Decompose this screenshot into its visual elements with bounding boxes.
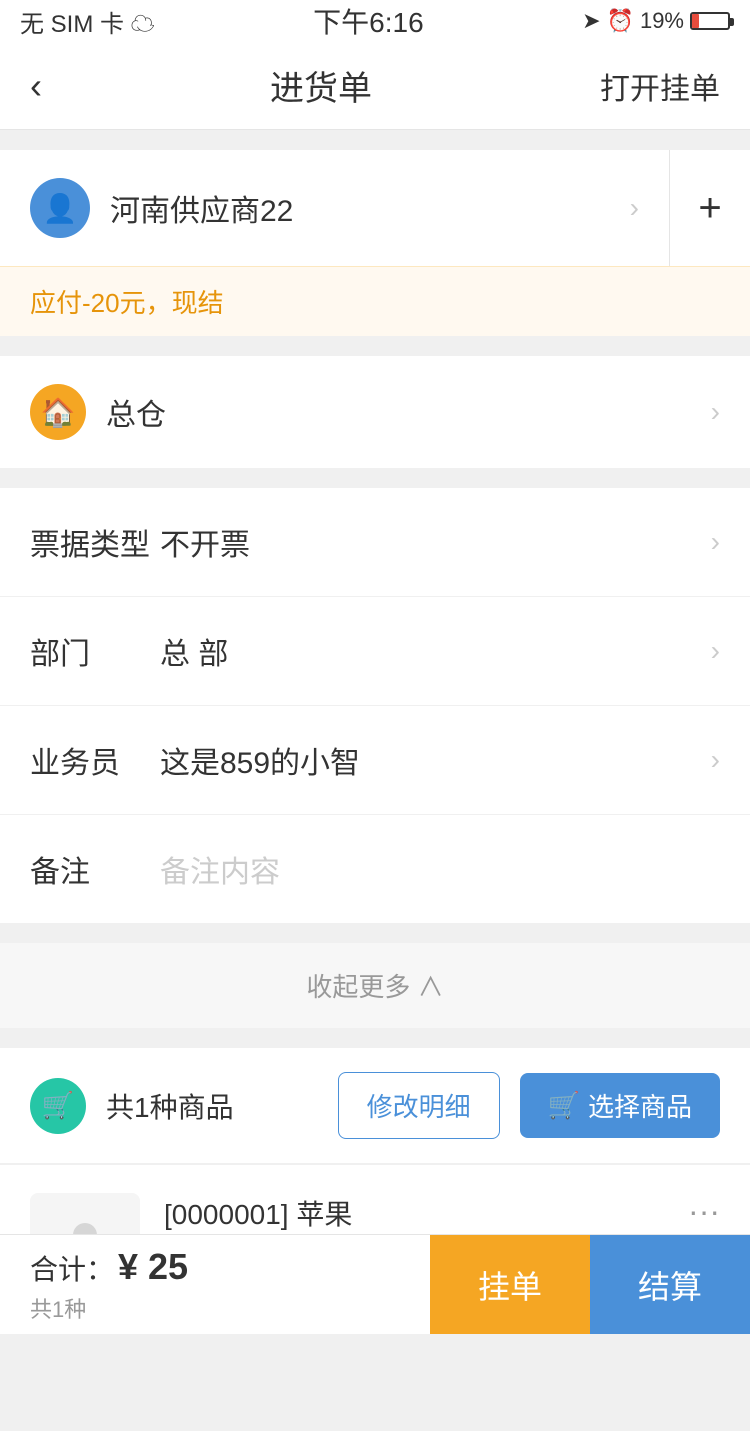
notice-text: 应付-20元，现结 — [30, 288, 224, 318]
invoice-type-value: 不开票 — [160, 520, 711, 564]
checkout-label: 结算 — [638, 1262, 702, 1308]
supplier-chevron-icon: › — [630, 192, 639, 224]
form-section: 票据类型 不开票 › 部门 总 部 › 业务员 这是859的小智 › 备注 备注… — [0, 488, 750, 923]
product-code: [0000001] — [164, 1199, 289, 1230]
department-label: 部门 — [30, 629, 160, 673]
product-more-button[interactable]: ··· — [688, 1193, 720, 1230]
collapse-bar[interactable]: 收起更多 ∧ — [0, 943, 750, 1028]
warehouse-icon: 🏠 — [30, 384, 86, 440]
invoice-type-chevron-icon: › — [711, 526, 720, 558]
warehouse-chevron-icon: › — [711, 396, 720, 428]
remark-row[interactable]: 备注 备注内容 — [0, 815, 750, 923]
remark-input[interactable]: 备注内容 — [160, 847, 720, 891]
alarm-icon: ⏰ — [607, 8, 634, 34]
invoice-type-label: 票据类型 — [30, 520, 160, 564]
select-cart-icon: 🛒 — [548, 1090, 580, 1121]
warehouse-symbol: 🏠 — [41, 396, 76, 429]
page-title: 进货单 — [270, 61, 372, 110]
products-header: 🛒 共1种商品 修改明细 🛒 选择商品 — [0, 1048, 750, 1163]
supplier-selector[interactable]: 👤 河南供应商22 › — [0, 150, 670, 266]
status-time: 下午6:16 — [313, 1, 424, 41]
notice-bar: 应付-20元，现结 — [0, 266, 750, 336]
checkout-button[interactable]: 结算 — [590, 1235, 750, 1334]
select-product-label: 选择商品 — [588, 1087, 692, 1124]
supplier-name: 河南供应商22 — [110, 186, 630, 230]
open-hang-button[interactable]: 打开挂单 — [600, 64, 720, 108]
status-bar: 无 SIM 卡 ☁ 下午6:16 ➤ ⏰ 19% — [0, 0, 750, 42]
edit-detail-button[interactable]: 修改明细 — [338, 1072, 500, 1139]
department-row[interactable]: 部门 总 部 › — [0, 597, 750, 706]
nav-bar: ‹ 进货单 打开挂单 — [0, 42, 750, 130]
hang-label: 挂单 — [478, 1262, 542, 1308]
total-count: 共1种 — [30, 1292, 400, 1324]
invoice-type-row[interactable]: 票据类型 不开票 › — [0, 488, 750, 597]
remark-label: 备注 — [30, 847, 160, 891]
department-value: 总 部 — [160, 629, 711, 673]
location-icon: ➤ — [582, 8, 600, 34]
total-amount: ¥ 25 — [118, 1246, 188, 1288]
status-right: ➤ ⏰ 19% — [582, 8, 730, 34]
avatar-icon: 👤 — [43, 192, 78, 225]
salesperson-label: 业务员 — [30, 738, 160, 782]
products-icon: 🛒 — [30, 1078, 86, 1134]
product-title: 苹果 — [296, 1199, 352, 1230]
more-dots-icon: ··· — [688, 1193, 720, 1230]
supplier-section: 👤 河南供应商22 › + — [0, 150, 750, 266]
add-icon: + — [698, 186, 721, 231]
salesperson-value: 这是859的小智 — [160, 738, 711, 782]
select-product-button[interactable]: 🛒 选择商品 — [520, 1073, 720, 1138]
products-count: 共1种商品 — [106, 1086, 318, 1126]
bottom-bar: 合计： ¥ 25 共1种 挂单 结算 — [0, 1234, 750, 1334]
salesperson-row[interactable]: 业务员 这是859的小智 › — [0, 706, 750, 815]
warehouse-name: 总仓 — [106, 390, 711, 434]
battery-icon — [690, 12, 730, 30]
sim-text: 无 SIM 卡 ☁ — [20, 4, 155, 39]
supplier-add-button[interactable]: + — [670, 150, 750, 266]
back-button[interactable]: ‹ — [30, 65, 42, 107]
cart-icon: 🛒 — [42, 1090, 74, 1121]
product-name: [0000001] 苹果 — [164, 1193, 664, 1233]
warehouse-section[interactable]: 🏠 总仓 › — [0, 356, 750, 468]
salesperson-chevron-icon: › — [711, 744, 720, 776]
hang-button[interactable]: 挂单 — [430, 1235, 590, 1334]
department-chevron-icon: › — [711, 635, 720, 667]
battery-percent: 19% — [640, 8, 684, 34]
collapse-label: 收起更多 ∧ — [306, 972, 443, 1002]
total-label: 合计： — [30, 1248, 114, 1288]
supplier-avatar: 👤 — [30, 178, 90, 238]
total-area: 合计： ¥ 25 共1种 — [0, 1235, 430, 1334]
status-left: 无 SIM 卡 ☁ — [20, 4, 155, 39]
